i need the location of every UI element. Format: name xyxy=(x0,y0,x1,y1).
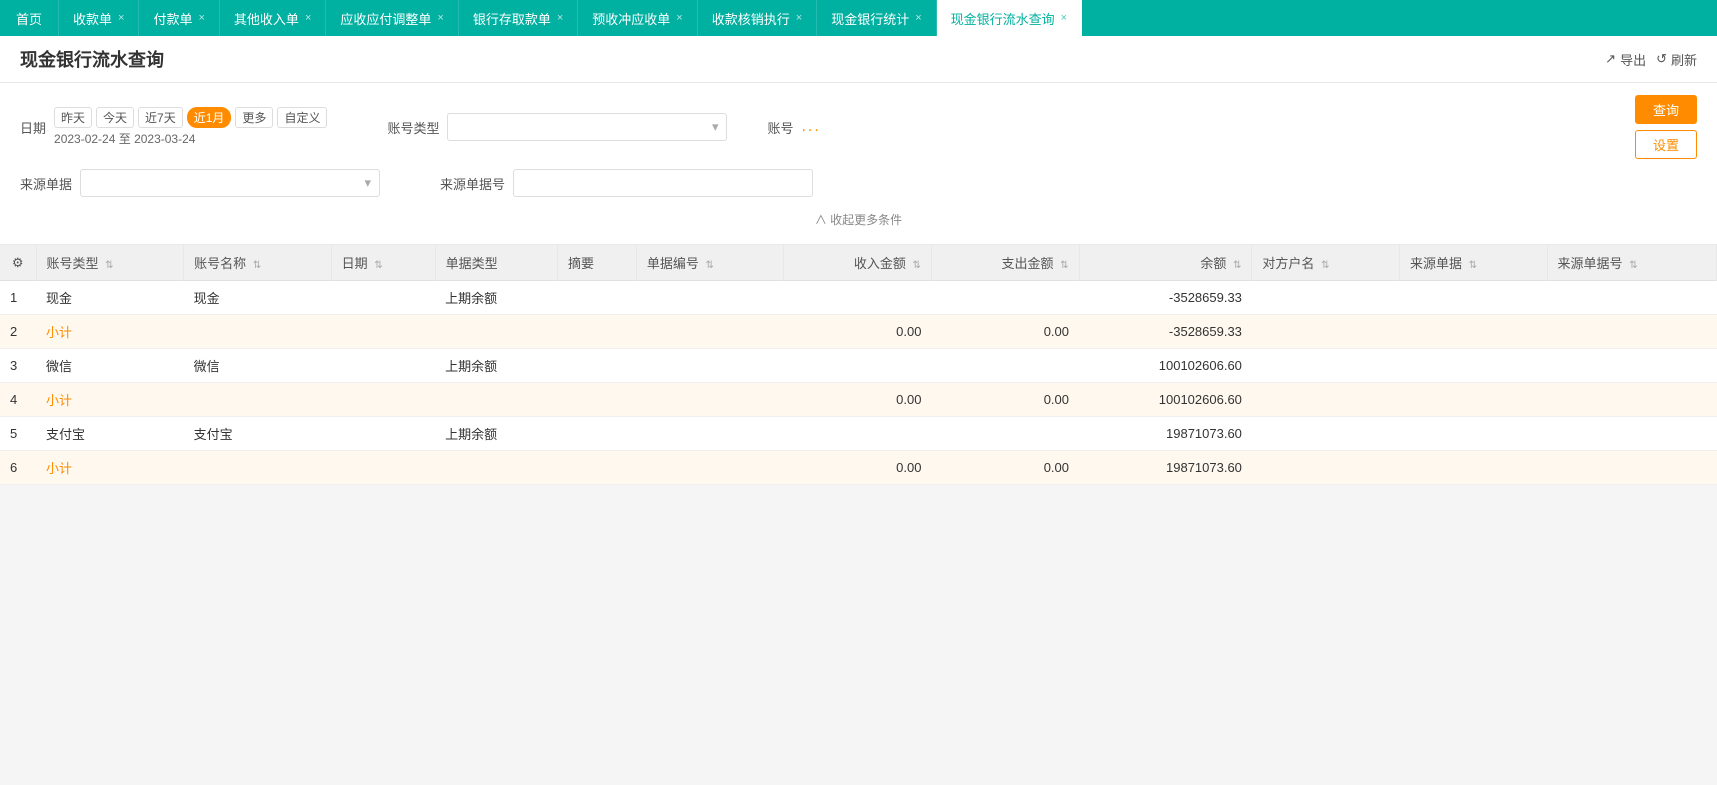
th-balance[interactable]: 余额 ⇅ xyxy=(1079,245,1252,281)
sort-icon: ⇅ xyxy=(1233,260,1241,271)
filter-row-2: 来源单据 ▾ 来源单据号 xyxy=(20,169,1697,197)
date-btn-today[interactable]: 今天 xyxy=(96,107,134,128)
th-counterpart[interactable]: 对方户名 ⇅ xyxy=(1252,245,1400,281)
table-row[interactable]: 2小计0.000.00-3528659.33 xyxy=(0,315,1717,349)
table-row[interactable]: 5支付宝支付宝上期余额19871073.60 xyxy=(0,417,1717,451)
account-type-group: 账号类型 ▾ xyxy=(387,113,727,141)
date-btn-custom[interactable]: 自定义 xyxy=(277,107,327,128)
table-row[interactable]: 3微信微信上期余额100102606.60 xyxy=(0,349,1717,383)
top-nav: 首页 收款单 × 付款单 × 其他收入单 × 应收应付调整单 × 银行存取款单 … xyxy=(0,0,1717,36)
account-type-label: 账号类型 xyxy=(387,118,439,137)
export-button[interactable]: ↗ 导出 xyxy=(1605,50,1646,69)
export-icon: ↗ xyxy=(1605,51,1616,67)
table-header-row: ⚙ 账号类型 ⇅ 账号名称 ⇅ 日期 ⇅ 单据类型 摘要 xyxy=(0,245,1717,281)
account-dots-button[interactable]: ... xyxy=(801,118,820,136)
nav-tab-shoukuanhexiao[interactable]: 收款核销执行 × xyxy=(698,0,817,36)
source-doc-group: 来源单据 ▾ xyxy=(20,169,380,197)
th-source-doc[interactable]: 来源单据 ⇅ xyxy=(1399,245,1547,281)
collapse-bar[interactable]: ∧ 收起更多条件 xyxy=(20,207,1697,236)
collapse-label: 收起更多条件 xyxy=(830,213,902,227)
close-icon[interactable]: × xyxy=(796,12,802,24)
source-doc-label: 来源单据 xyxy=(20,174,72,193)
nav-tab-yushou[interactable]: 预收冲应收单 × xyxy=(578,0,697,36)
settings-button[interactable]: 设置 xyxy=(1635,130,1697,159)
sort-icon: ⇅ xyxy=(1629,260,1637,271)
table-row[interactable]: 1现金现金上期余额-3528659.33 xyxy=(0,281,1717,315)
close-icon[interactable]: × xyxy=(118,12,124,24)
nav-tab-qitashouru[interactable]: 其他收入单 × xyxy=(220,0,326,36)
nav-tab-yingshou[interactable]: 应收应付调整单 × xyxy=(326,0,458,36)
close-icon[interactable]: × xyxy=(1061,12,1067,24)
account-group: 账号 ... xyxy=(767,118,820,137)
date-btn-7days[interactable]: 近7天 xyxy=(138,107,183,128)
nav-home[interactable]: 首页 xyxy=(0,0,59,36)
refresh-button[interactable]: ↺ 刷新 xyxy=(1656,50,1697,69)
query-button[interactable]: 查询 xyxy=(1635,95,1697,124)
sort-icon: ⇅ xyxy=(705,260,713,271)
close-icon[interactable]: × xyxy=(437,12,443,24)
th-date[interactable]: 日期 ⇅ xyxy=(331,245,435,281)
data-table-wrap: ⚙ 账号类型 ⇅ 账号名称 ⇅ 日期 ⇅ 单据类型 摘要 xyxy=(0,245,1717,485)
th-income[interactable]: 收入金额 ⇅ xyxy=(784,245,932,281)
nav-tab-xianjintongji[interactable]: 现金银行统计 × xyxy=(817,0,936,36)
date-btn-more[interactable]: 更多 xyxy=(235,107,273,128)
source-doc-no-input[interactable] xyxy=(513,169,813,197)
date-filter-group: 日期 昨天 今天 近7天 近1月 更多 自定义 2023-02-24 至 202… xyxy=(20,107,327,147)
date-shortcuts: 昨天 今天 近7天 近1月 更多 自定义 xyxy=(54,107,327,128)
nav-tab-yinhang[interactable]: 银行存取款单 × xyxy=(459,0,578,36)
close-icon[interactable]: × xyxy=(915,12,921,24)
table-row[interactable]: 4小计0.000.00100102606.60 xyxy=(0,383,1717,417)
th-doc-type[interactable]: 单据类型 xyxy=(435,245,557,281)
dropdown-icon: ▾ xyxy=(712,119,719,135)
sort-icon: ⇅ xyxy=(374,260,382,271)
sort-icon: ⇅ xyxy=(1469,260,1477,271)
close-icon[interactable]: × xyxy=(676,12,682,24)
data-table: ⚙ 账号类型 ⇅ 账号名称 ⇅ 日期 ⇅ 单据类型 摘要 xyxy=(0,245,1717,485)
nav-tab-fukuandan[interactable]: 付款单 × xyxy=(139,0,219,36)
date-btn-1month[interactable]: 近1月 xyxy=(187,107,232,128)
th-account-name[interactable]: 账号名称 ⇅ xyxy=(184,245,332,281)
page-title: 现金银行流水查询 xyxy=(20,46,164,72)
action-buttons: 查询 设置 xyxy=(1635,95,1697,159)
sort-icon: ⇅ xyxy=(1060,260,1068,271)
filter-area: 日期 昨天 今天 近7天 近1月 更多 自定义 2023-02-24 至 202… xyxy=(0,83,1717,245)
th-account-type[interactable]: 账号类型 ⇅ xyxy=(36,245,184,281)
th-source-doc-no[interactable]: 来源单据号 ⇅ xyxy=(1547,245,1716,281)
th-doc-no[interactable]: 单据编号 ⇅ xyxy=(636,245,784,281)
header-actions: ↗ 导出 ↺ 刷新 xyxy=(1605,50,1697,69)
table-row[interactable]: 6小计0.000.0019871073.60 xyxy=(0,451,1717,485)
th-expense[interactable]: 支出金额 ⇅ xyxy=(931,245,1079,281)
account-label: 账号 xyxy=(767,118,793,137)
source-doc-no-group: 来源单据号 xyxy=(440,169,813,197)
table-settings-icon[interactable]: ⚙ xyxy=(12,255,24,270)
close-icon[interactable]: × xyxy=(557,12,563,24)
close-icon[interactable]: × xyxy=(305,12,311,24)
sort-icon: ⇅ xyxy=(1321,260,1329,271)
filter-row-1: 日期 昨天 今天 近7天 近1月 更多 自定义 2023-02-24 至 202… xyxy=(20,95,1697,159)
sort-icon: ⇅ xyxy=(253,260,261,271)
th-summary[interactable]: 摘要 xyxy=(558,245,637,281)
th-settings[interactable]: ⚙ xyxy=(0,245,36,281)
dropdown-icon: ▾ xyxy=(364,175,371,191)
date-btn-yesterday[interactable]: 昨天 xyxy=(54,107,92,128)
source-doc-select[interactable]: ▾ xyxy=(80,169,380,197)
page-header: 现金银行流水查询 ↗ 导出 ↺ 刷新 xyxy=(0,36,1717,83)
nav-tab-shoukuandan[interactable]: 收款单 × xyxy=(59,0,139,36)
sort-icon: ⇅ xyxy=(105,260,113,271)
date-range-display: 2023-02-24 至 2023-03-24 xyxy=(54,130,327,147)
nav-tab-liushui[interactable]: 现金银行流水查询 × xyxy=(937,0,1082,36)
source-doc-no-label: 来源单据号 xyxy=(440,174,505,193)
account-type-select[interactable]: ▾ xyxy=(447,113,727,141)
collapse-icon: ∧ xyxy=(815,213,830,227)
date-label: 日期 xyxy=(20,118,46,137)
close-icon[interactable]: × xyxy=(198,12,204,24)
sort-icon: ⇅ xyxy=(913,260,921,271)
refresh-icon: ↺ xyxy=(1656,51,1667,67)
